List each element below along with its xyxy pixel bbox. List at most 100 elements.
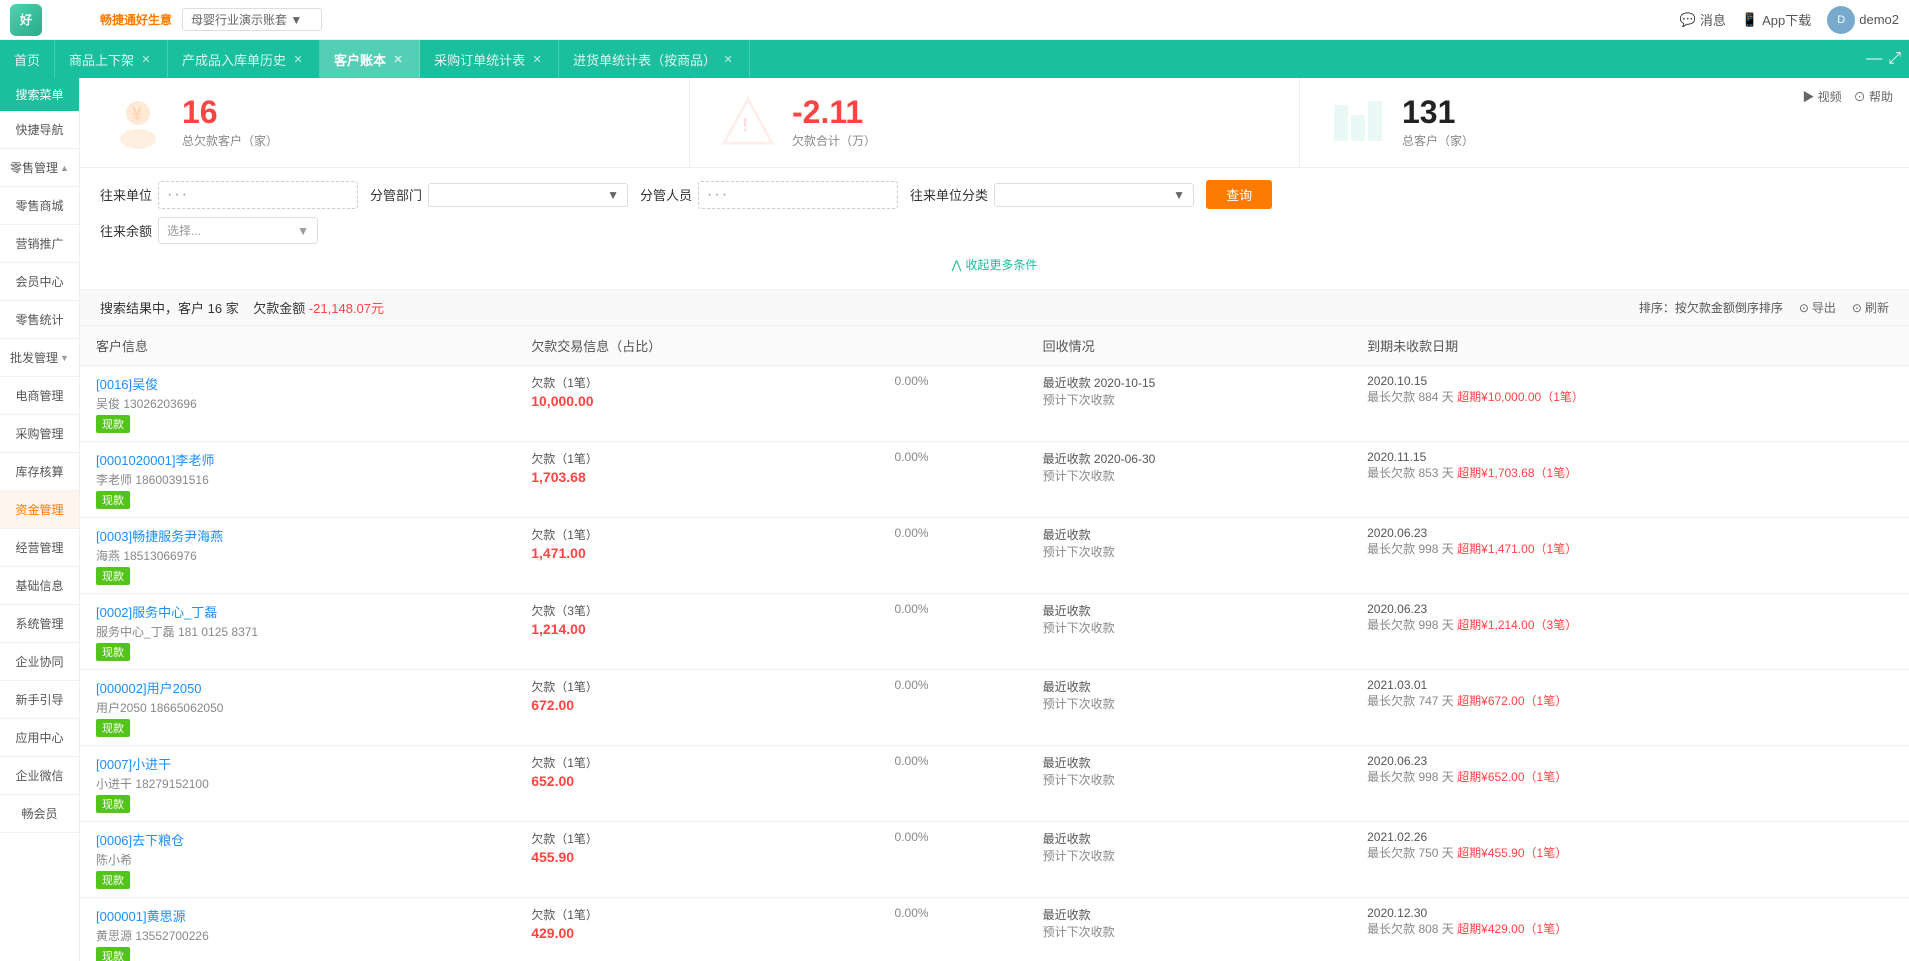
debt-amount-7[interactable]: 429.00: [531, 925, 862, 941]
overdue-link-0[interactable]: 超期¥10,000.00（1笔）: [1457, 390, 1584, 404]
sidebar-item-retail-stat[interactable]: 零售统计: [0, 301, 79, 339]
overdue-link-2[interactable]: 超期¥1,471.00（1笔）: [1457, 542, 1577, 556]
source-unit-input[interactable]: ···: [158, 181, 358, 209]
debt-count-4: 欠款（1笔）: [531, 678, 862, 695]
sidebar-item-enterprise-coop[interactable]: 企业协同: [0, 643, 79, 681]
store-selector[interactable]: 母婴行业演示账套 ▼: [182, 8, 322, 31]
sidebar-item-member-center[interactable]: 会员中心: [0, 263, 79, 301]
overdue-link-7[interactable]: 超期¥429.00（1笔）: [1457, 922, 1567, 936]
sidebar-item-capital-mgmt[interactable]: 资金管理: [0, 491, 79, 529]
refresh-btn[interactable]: ⊙ 刷新: [1852, 299, 1889, 316]
debt-count-7: 欠款（1笔）: [531, 906, 862, 923]
overdue-date-3: 2020.06.23: [1367, 602, 1893, 616]
sidebar-item-purchase-mgmt[interactable]: 采购管理: [0, 415, 79, 453]
sidebar-item-app-center[interactable]: 应用中心: [0, 719, 79, 757]
query-button[interactable]: 查询: [1206, 180, 1272, 209]
close-tab-purchase-order[interactable]: ✕: [530, 52, 544, 66]
filter-collapse-btn[interactable]: ⋀ 收起更多条件: [100, 252, 1889, 277]
help-btn[interactable]: ⊙ 帮助: [1854, 88, 1893, 105]
debt-amount-0[interactable]: 10,000.00: [531, 393, 862, 409]
sidebar-item-new-guide[interactable]: 新手引导: [0, 681, 79, 719]
customer-name-6[interactable]: [0006]去下粮仓: [96, 830, 499, 849]
overdue-link-5[interactable]: 超期¥652.00（1笔）: [1457, 770, 1567, 784]
manager-input[interactable]: ···: [698, 181, 898, 209]
close-tab-production-history[interactable]: ✕: [291, 52, 305, 66]
user-avatar[interactable]: D demo2: [1827, 6, 1899, 34]
customer-name-1[interactable]: [0001020001]李老师: [96, 450, 499, 469]
cell-recovery-6: 最近收款 预计下次收款: [1027, 822, 1352, 898]
overdue-days-3: 最长欠款 998 天 超期¥1,214.00（3笔）: [1367, 616, 1893, 633]
sidebar-item-inventory[interactable]: 库存核算: [0, 453, 79, 491]
sidebar-item-batch-mgmt[interactable]: 批发管理 ▼: [0, 339, 79, 377]
sidebar-item-ops-mgmt[interactable]: 经营管理: [0, 529, 79, 567]
latest-payment-2: 最近收款: [1043, 526, 1336, 543]
close-tab-customer-account[interactable]: ✕: [391, 52, 405, 66]
cell-recovery-7: 最近收款 预计下次收款: [1027, 898, 1352, 961]
tab-production-history[interactable]: 产成品入库单历史 ✕: [168, 40, 320, 78]
sidebar-item-retail-mgmt[interactable]: 零售管理 ▲: [0, 149, 79, 187]
nav-minimize-btn[interactable]: —: [1866, 50, 1882, 68]
sidebar: 搜索菜单 快捷导航 零售管理 ▲ 零售商城 营销推广 会员中心 零售统计 批: [0, 78, 80, 961]
cell-debt-info-3: 欠款（3笔） 1,214.00: [515, 594, 878, 670]
video-btn[interactable]: ▶ 视频: [1802, 88, 1841, 105]
customer-name-0[interactable]: [0016]吴俊: [96, 374, 499, 393]
debt-amount-3[interactable]: 1,214.00: [531, 621, 862, 637]
filter-source-unit: 往来单位 ···: [100, 181, 358, 209]
debt-amount-6[interactable]: 455.90: [531, 849, 862, 865]
sidebar-item-vip-member[interactable]: 畅会员: [0, 795, 79, 833]
customer-sub-2: 海燕 18513066976: [96, 547, 499, 564]
dept-select[interactable]: ▼: [428, 183, 628, 207]
customer-name-3[interactable]: [0002]服务中心_丁磊: [96, 602, 499, 621]
export-btn[interactable]: ⊙ 导出: [1799, 299, 1836, 316]
customer-name-4[interactable]: [000002]用户2050: [96, 678, 499, 697]
overdue-link-3[interactable]: 超期¥1,214.00（3笔）: [1457, 618, 1577, 632]
total-customers-icon: [1330, 95, 1386, 151]
sidebar-item-retail-mall[interactable]: 零售商城: [0, 187, 79, 225]
debt-amount-5[interactable]: 652.00: [531, 773, 862, 789]
overdue-link-6[interactable]: 超期¥455.90（1笔）: [1457, 846, 1567, 860]
tab-home[interactable]: 首页: [0, 40, 55, 78]
customer-name-5[interactable]: [0007]小进干: [96, 754, 499, 773]
cell-customer-info-0: [0016]吴俊 吴俊 13026203696 现款: [80, 366, 515, 442]
logo-icon: 好: [10, 4, 42, 36]
tab-purchase-stat[interactable]: 进货单统计表（按商品） ✕: [559, 40, 750, 78]
sort-label[interactable]: 排序：按欠款金额倒序排序: [1639, 299, 1783, 316]
message-btn[interactable]: 💬 消息: [1680, 10, 1726, 29]
debt-amount-2[interactable]: 1,471.00: [531, 545, 862, 561]
unit-class-select[interactable]: ▼: [994, 183, 1194, 207]
overdue-link-1[interactable]: 超期¥1,703.68（1笔）: [1457, 466, 1577, 480]
cell-debt-pct-2: 0.00%: [879, 518, 1027, 594]
close-tab-product-off[interactable]: ✕: [139, 52, 153, 66]
customer-name-2[interactable]: [0003]畅捷服务尹海燕: [96, 526, 499, 545]
nav-maximize-btn[interactable]: ⤢: [1888, 50, 1901, 68]
filter-row-2: 往来余额 选择... ▼: [100, 217, 1889, 244]
filter-unit-class: 往来单位分类 ▼: [910, 183, 1194, 207]
tab-customer-account[interactable]: 客户账本 ✕: [320, 40, 420, 78]
app-download-btn[interactable]: 📱 App下载: [1742, 10, 1811, 29]
sidebar-item-quick-nav[interactable]: 快捷导航: [0, 111, 79, 149]
sidebar-search[interactable]: 搜索菜单: [0, 78, 79, 111]
sidebar-item-enterprise-wechat[interactable]: 企业微信: [0, 757, 79, 795]
balance-select[interactable]: 选择... ▼: [158, 217, 318, 244]
debt-pct-6: 0.00%: [895, 830, 1011, 844]
close-tab-purchase-stat[interactable]: ✕: [721, 52, 735, 66]
overdue-date-4: 2021.03.01: [1367, 678, 1893, 692]
stat-card-actions: ▶ 视频 ⊙ 帮助: [1802, 88, 1893, 105]
customer-tag-6: 现款: [96, 871, 130, 889]
customer-name-7[interactable]: [000001]黄思源: [96, 906, 499, 925]
tab-purchase-order[interactable]: 采购订单统计表 ✕: [420, 40, 559, 78]
overdue-link-4[interactable]: 超期¥672.00（1笔）: [1457, 694, 1567, 708]
th-debt-info: 欠款交易信息（占比）: [515, 326, 878, 366]
sidebar-item-ecom-mgmt[interactable]: 电商管理: [0, 377, 79, 415]
tab-product-off[interactable]: 商品上下架 ✕: [55, 40, 168, 78]
overdue-days-5: 最长欠款 998 天 超期¥652.00（1笔）: [1367, 768, 1893, 785]
cell-debt-pct-5: 0.00%: [879, 746, 1027, 822]
sidebar-item-marketing[interactable]: 营销推广: [0, 225, 79, 263]
sidebar-item-basic-info[interactable]: 基础信息: [0, 567, 79, 605]
sidebar-item-sys-mgmt[interactable]: 系统管理: [0, 605, 79, 643]
next-payment-3: 预计下次收款: [1043, 619, 1336, 636]
overdue-days-7: 最长欠款 808 天 超期¥429.00（1笔）: [1367, 920, 1893, 937]
debt-amount-1[interactable]: 1,703.68: [531, 469, 862, 485]
debt-amount-4[interactable]: 672.00: [531, 697, 862, 713]
debt-count-2: 欠款（1笔）: [531, 526, 862, 543]
